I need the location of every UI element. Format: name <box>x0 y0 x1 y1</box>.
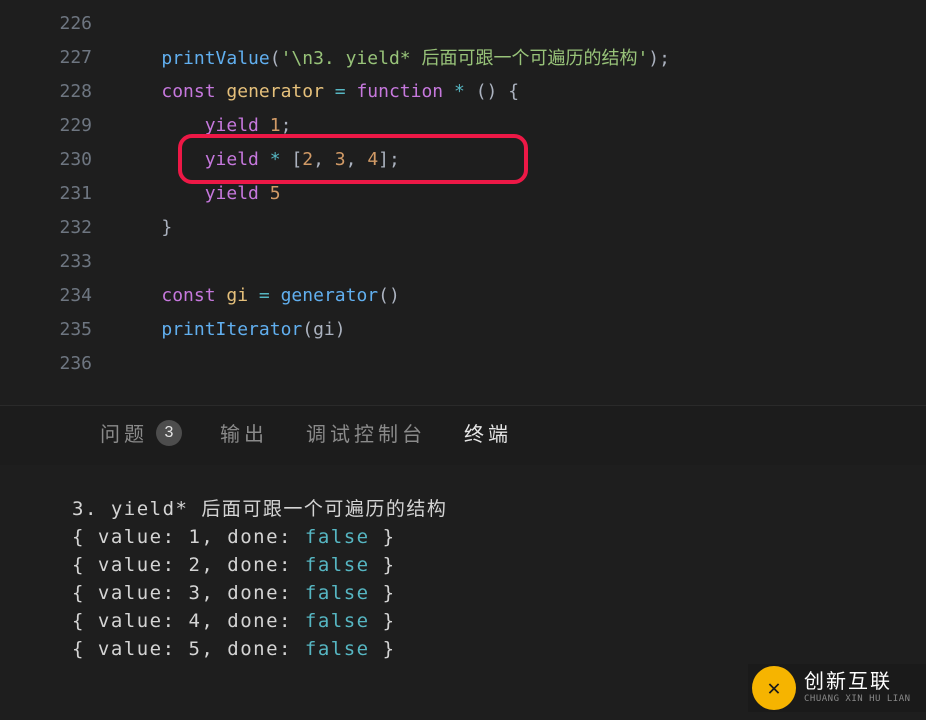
terminal-line: { value: 3, done: false } <box>72 579 926 607</box>
terminal-line: { value: 2, done: false } <box>72 551 926 579</box>
line-content: yield 5 <box>118 183 281 204</box>
code-line[interactable]: 233 <box>0 244 926 278</box>
line-number: 235 <box>0 319 118 340</box>
logo-text-en: CHUANG XIN HU LIAN <box>804 695 911 704</box>
tab-problems-label: 问题 <box>100 418 148 447</box>
tab-output[interactable]: 输出 <box>220 418 268 447</box>
line-number: 233 <box>0 251 118 272</box>
line-number: 228 <box>0 81 118 102</box>
terminal-line: { value: 5, done: false } <box>72 635 926 663</box>
line-content: yield * [2, 3, 4]; <box>118 149 400 170</box>
problems-badge: 3 <box>156 420 182 446</box>
line-number: 226 <box>0 13 118 34</box>
panel-tabs: 问题 3 输出 调试控制台 终端 <box>0 405 926 465</box>
code-line[interactable]: 235 printIterator(gi) <box>0 312 926 346</box>
code-line[interactable]: 229 yield 1; <box>0 108 926 142</box>
line-content: yield 1; <box>118 115 291 136</box>
line-number: 229 <box>0 115 118 136</box>
code-line[interactable]: 228 const generator = function * () { <box>0 74 926 108</box>
code-line[interactable]: 232 } <box>0 210 926 244</box>
line-number: 232 <box>0 217 118 238</box>
terminal-line: 3. yield* 后面可跟一个可遍历的结构 <box>72 495 926 523</box>
code-line[interactable]: 230 yield * [2, 3, 4]; <box>0 142 926 176</box>
line-content <box>118 353 161 374</box>
logo-text-cn: 创新互联 <box>804 672 911 692</box>
code-line[interactable]: 236 <box>0 346 926 380</box>
line-number: 230 <box>0 149 118 170</box>
line-number: 227 <box>0 47 118 68</box>
tab-terminal[interactable]: 终端 <box>464 418 512 447</box>
line-content: printIterator(gi) <box>118 319 346 340</box>
code-line[interactable]: 231 yield 5 <box>0 176 926 210</box>
code-line[interactable]: 227 printValue('\n3. yield* 后面可跟一个可遍历的结构… <box>0 40 926 74</box>
tab-problems[interactable]: 问题 3 <box>100 418 182 447</box>
line-content <box>118 13 161 34</box>
line-number: 231 <box>0 183 118 204</box>
code-editor[interactable]: 226 227 printValue('\n3. yield* 后面可跟一个可遍… <box>0 0 926 405</box>
line-content: const gi = generator() <box>118 285 400 306</box>
line-content <box>118 251 161 272</box>
watermark-logo: ✕ 创新互联 CHUANG XIN HU LIAN <box>748 664 926 712</box>
line-content: } <box>118 217 172 238</box>
terminal-line: { value: 4, done: false } <box>72 607 926 635</box>
code-line[interactable]: 226 <box>0 6 926 40</box>
tab-debug-console[interactable]: 调试控制台 <box>306 418 426 447</box>
line-content: printValue('\n3. yield* 后面可跟一个可遍历的结构'); <box>118 44 670 70</box>
line-number: 236 <box>0 353 118 374</box>
code-line[interactable]: 234 const gi = generator() <box>0 278 926 312</box>
logo-mark-icon: ✕ <box>752 666 796 710</box>
terminal-line: { value: 1, done: false } <box>72 523 926 551</box>
line-number: 234 <box>0 285 118 306</box>
terminal-output[interactable]: 3. yield* 后面可跟一个可遍历的结构{ value: 1, done: … <box>0 465 926 663</box>
line-content: const generator = function * () { <box>118 81 519 102</box>
